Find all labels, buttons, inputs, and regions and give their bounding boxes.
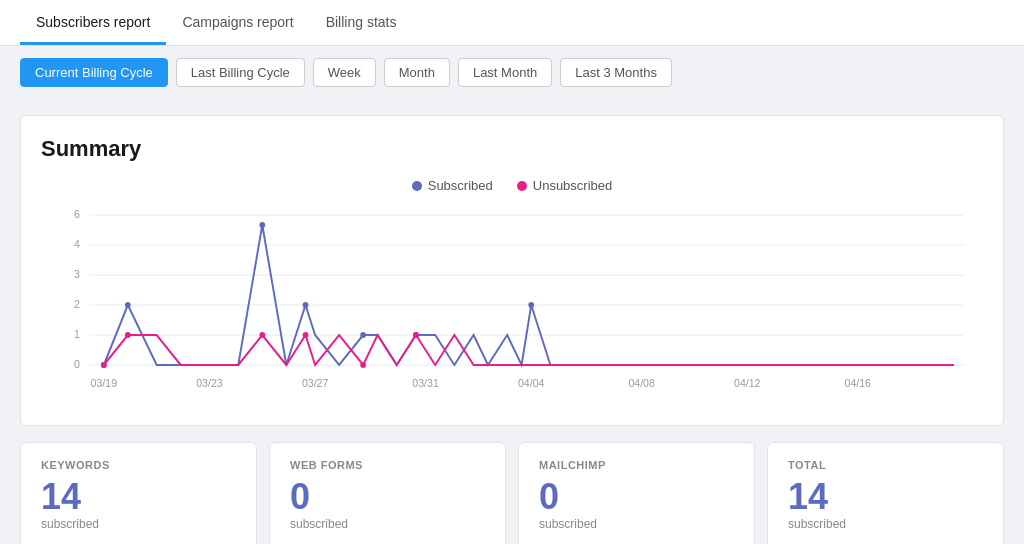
nav-billing-stats[interactable]: Billing stats <box>310 0 413 45</box>
nav-campaigns-report[interactable]: Campaigns report <box>166 0 309 45</box>
svg-text:04/16: 04/16 <box>845 377 871 389</box>
svg-text:4: 4 <box>74 238 80 250</box>
svg-point-28 <box>125 332 131 338</box>
line-chart-svg: 0 1 2 3 4 6 03/19 03/23 03/27 03/31 04/0… <box>51 205 973 405</box>
stat-total-title: TOTAL <box>788 459 983 471</box>
stat-card-keywords: KEYWORDS 14 subscribed 2 unsubscribed <box>20 442 257 544</box>
unsubscribed-dot <box>517 181 527 191</box>
filter-last-month[interactable]: Last Month <box>458 58 552 87</box>
stat-mailchimp-subscribed-count: 0 <box>539 479 734 515</box>
filter-month[interactable]: Month <box>384 58 450 87</box>
stat-total-subscribed-count: 14 <box>788 479 983 515</box>
legend-subscribed: Subscribed <box>412 178 493 193</box>
svg-text:2: 2 <box>74 298 80 310</box>
filter-week[interactable]: Week <box>313 58 376 87</box>
stat-mailchimp-subscribed-label: subscribed <box>539 517 734 531</box>
filter-current-billing-cycle[interactable]: Current Billing Cycle <box>20 58 168 87</box>
svg-text:04/08: 04/08 <box>628 377 654 389</box>
subscribed-legend-label: Subscribed <box>428 178 493 193</box>
stat-webforms-subscribed-count: 0 <box>290 479 485 515</box>
chart-area: 0 1 2 3 4 6 03/19 03/23 03/27 03/31 04/0… <box>51 205 973 405</box>
svg-text:03/19: 03/19 <box>91 377 117 389</box>
filter-last-3-months[interactable]: Last 3 Months <box>560 58 672 87</box>
filter-bar: Current Billing Cycle Last Billing Cycle… <box>0 46 1024 99</box>
svg-point-26 <box>528 302 534 308</box>
stat-keywords-subscribed-label: subscribed <box>41 517 236 531</box>
unsubscribed-legend-label: Unsubscribed <box>533 178 613 193</box>
svg-point-22 <box>259 222 265 228</box>
svg-text:0: 0 <box>74 358 80 370</box>
top-nav: Subscribers report Campaigns report Bill… <box>0 0 1024 46</box>
stat-keywords-title: KEYWORDS <box>41 459 236 471</box>
main-content: Summary Subscribed Unsubscribed <box>0 99 1024 544</box>
stat-card-mailchimp: MAILCHIMP 0 subscribed 0 unsubscribed <box>518 442 755 544</box>
summary-card: Summary Subscribed Unsubscribed <box>20 115 1004 426</box>
stat-webforms-title: WEB FORMS <box>290 459 485 471</box>
svg-text:03/31: 03/31 <box>412 377 438 389</box>
svg-text:03/27: 03/27 <box>302 377 328 389</box>
chart-legend: Subscribed Unsubscribed <box>41 178 983 193</box>
svg-point-31 <box>360 362 366 368</box>
stat-mailchimp-title: MAILCHIMP <box>539 459 734 471</box>
svg-point-29 <box>259 332 265 338</box>
stats-grid: KEYWORDS 14 subscribed 2 unsubscribed WE… <box>20 442 1004 544</box>
svg-point-24 <box>360 332 366 338</box>
stat-card-webforms: WEB FORMS 0 subscribed 0 unsubscribed <box>269 442 506 544</box>
stat-keywords-subscribed-count: 14 <box>41 479 236 515</box>
stat-total-subscribed-label: subscribed <box>788 517 983 531</box>
svg-text:1: 1 <box>74 328 80 340</box>
svg-point-21 <box>125 302 131 308</box>
nav-subscribers-report[interactable]: Subscribers report <box>20 0 166 45</box>
svg-text:04/12: 04/12 <box>734 377 760 389</box>
svg-point-23 <box>303 302 309 308</box>
legend-unsubscribed: Unsubscribed <box>517 178 613 193</box>
svg-text:6: 6 <box>74 208 80 220</box>
svg-point-32 <box>413 332 419 338</box>
stat-card-total: TOTAL 14 subscribed 2 unsubscribed <box>767 442 1004 544</box>
svg-point-27 <box>101 362 107 368</box>
svg-point-30 <box>303 332 309 338</box>
svg-text:04/04: 04/04 <box>518 377 544 389</box>
svg-text:03/23: 03/23 <box>196 377 222 389</box>
summary-title: Summary <box>41 136 983 162</box>
svg-text:3: 3 <box>74 268 80 280</box>
stat-webforms-subscribed-label: subscribed <box>290 517 485 531</box>
subscribed-dot <box>412 181 422 191</box>
filter-last-billing-cycle[interactable]: Last Billing Cycle <box>176 58 305 87</box>
